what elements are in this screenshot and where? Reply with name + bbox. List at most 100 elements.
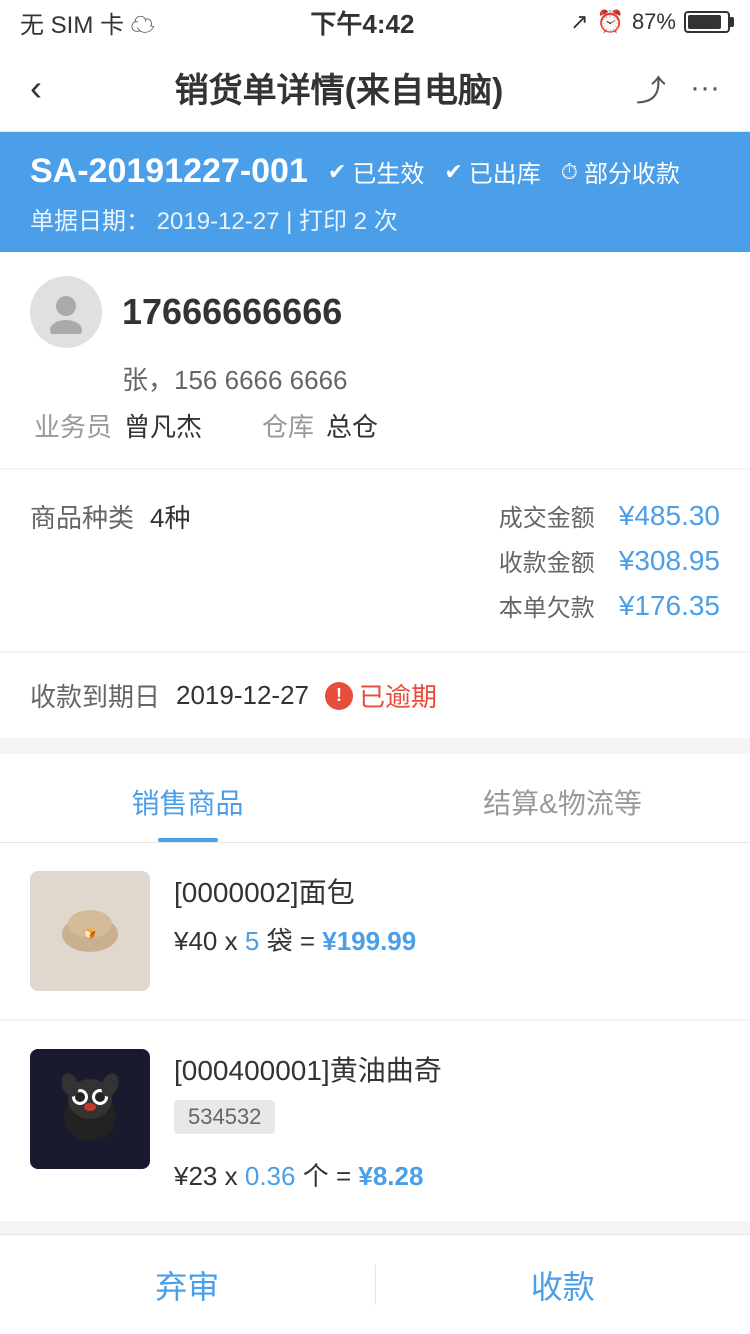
tab-settlement[interactable]: 结算&物流等 — [375, 754, 750, 842]
status-right: ↗ ⏰ 87% — [570, 9, 730, 35]
product-thumb-1: 🍞 — [30, 871, 150, 991]
deal-amount-row: 成交金额 ¥485.30 — [499, 498, 720, 533]
overdue-text: 已逾期 — [359, 677, 437, 714]
more-icon[interactable]: ··· — [690, 71, 720, 105]
product-total-2: ¥8.28 — [358, 1161, 423, 1191]
due-date-label: 收款到期日 — [30, 677, 160, 714]
print-info: | 打印 2 次 — [286, 208, 398, 235]
status-time: 下午4:42 — [310, 4, 414, 41]
product-eq-2: = — [336, 1161, 358, 1191]
stats-left: 商品种类 4种 — [30, 498, 190, 535]
debt-amount-row: 本单欠款 ¥176.35 — [499, 588, 720, 623]
battery-icon — [684, 11, 730, 33]
avatar — [30, 276, 102, 348]
product-batch-2: 534532 — [174, 1100, 275, 1134]
nav-bar: ‹ 销货单详情(来自电脑) ⤴ ··· — [0, 44, 750, 132]
avatar-icon — [44, 290, 88, 334]
status-left: 无 SIM 卡 ☁ — [20, 5, 155, 40]
battery-percent: 87% — [632, 9, 676, 35]
check-icon-2: ✔ — [444, 159, 462, 185]
product-name-1: [0000002]面包 — [174, 871, 720, 911]
order-header: SA-20191227-001 ✔ 已生效 ✔ 已出库 ⏱ 部分收款 单据日期：… — [0, 132, 750, 252]
customer-meta: 业务员 曾凡杰 仓库 总仓 — [30, 407, 720, 444]
date-value: 2019-12-27 — [157, 208, 280, 235]
debt-amount-label: 本单欠款 — [499, 588, 595, 623]
stats-right: 成交金额 ¥485.30 收款金额 ¥308.95 本单欠款 ¥176.35 — [499, 498, 720, 623]
customer-phone: 17666666666 — [122, 291, 342, 333]
product-price-sep-1: x — [225, 926, 245, 956]
status-partial-payment: ⏱ 部分收款 — [561, 154, 680, 189]
tab-sales-products[interactable]: 销售商品 — [0, 754, 375, 842]
battery-fill — [688, 15, 721, 29]
debt-amount-value: ¥176.35 — [619, 590, 720, 622]
status-label-2: 已出库 — [469, 154, 541, 189]
product-price-sep-2: x — [225, 1161, 245, 1191]
status-shipped: ✔ 已出库 — [444, 154, 540, 189]
date-label: 单据日期： — [30, 208, 150, 235]
product-info-2: [000400001]黄油曲奇 534532 ¥23 x 0.36 个 = ¥8… — [174, 1049, 720, 1193]
owl-image — [30, 1049, 150, 1169]
product-count: 商品种类 4种 — [30, 498, 190, 535]
product-quantity-2: 0.36 — [245, 1161, 296, 1191]
order-id: SA-20191227-001 — [30, 152, 308, 191]
overdue-badge: ! 已逾期 — [325, 677, 437, 714]
table-row: [000400001]黄油曲奇 534532 ¥23 x 0.36 个 = ¥8… — [0, 1021, 750, 1221]
status-label-1: 已生效 — [352, 154, 424, 189]
product-list: 🍞 [0000002]面包 ¥40 x 5 袋 = ¥199.99 — [0, 843, 750, 1221]
product-unit-1: 袋 — [267, 926, 293, 956]
warehouse-value: 总仓 — [326, 407, 378, 444]
overdue-dot-icon: ! — [325, 682, 353, 710]
nav-actions: ⤴ ··· — [636, 66, 720, 110]
product-total-1: ¥199.99 — [322, 926, 416, 956]
customer-name: 张，156 6666 6666 — [30, 360, 720, 397]
order-date-row: 单据日期： 2019-12-27 | 打印 2 次 — [30, 201, 720, 236]
payment-button[interactable]: 收款 — [376, 1242, 750, 1328]
cancel-review-button[interactable]: 弃审 — [0, 1242, 375, 1328]
share-icon[interactable]: ⤴ — [636, 66, 666, 110]
back-button[interactable]: ‹ — [30, 67, 42, 109]
bread-image: 🍞 — [30, 871, 150, 991]
page-title: 销货单详情(来自电脑) — [175, 63, 504, 112]
svg-text:🍞: 🍞 — [84, 927, 96, 940]
tab-sales-products-label: 销售商品 — [131, 788, 243, 819]
received-amount-row: 收款金额 ¥308.95 — [499, 543, 720, 578]
tabs-section: 销售商品 结算&物流等 — [0, 754, 750, 843]
bottom-bar: 弃审 收款 — [0, 1234, 750, 1334]
product-info-1: [0000002]面包 ¥40 x 5 袋 = ¥199.99 — [174, 871, 720, 958]
status-bar: 无 SIM 卡 ☁ 下午4:42 ↗ ⏰ 87% — [0, 0, 750, 44]
product-count-value: 4种 — [150, 498, 190, 535]
customer-section: 17666666666 张，156 6666 6666 业务员 曾凡杰 仓库 总… — [0, 252, 750, 468]
customer-row: 17666666666 — [30, 276, 720, 348]
received-amount-label: 收款金额 — [499, 543, 595, 578]
warehouse-label: 仓库 — [262, 407, 314, 444]
product-thumb-2 — [30, 1049, 150, 1169]
sales-label: 业务员 — [34, 407, 112, 444]
deal-amount-value: ¥485.30 — [619, 500, 720, 532]
product-price-1: ¥40 — [174, 926, 217, 956]
clock-icon: ⏱ — [561, 159, 578, 185]
product-count-label: 商品种类 — [30, 498, 134, 535]
sales-person: 业务员 曾凡杰 — [34, 407, 202, 444]
status-label-3: 部分收款 — [584, 154, 680, 189]
bread-icon: 🍞 — [55, 896, 125, 966]
product-name-2: [000400001]黄油曲奇 — [174, 1049, 720, 1089]
sim-status: 无 SIM 卡 ☁ — [20, 5, 155, 40]
product-price-row-1: ¥40 x 5 袋 = ¥199.99 — [174, 921, 720, 958]
received-amount-value: ¥308.95 — [619, 545, 720, 577]
order-id-row: SA-20191227-001 ✔ 已生效 ✔ 已出库 ⏱ 部分收款 — [30, 152, 720, 191]
due-date-value: 2019-12-27 — [176, 680, 309, 711]
deal-amount-label: 成交金额 — [499, 498, 595, 533]
product-price-2: ¥23 — [174, 1161, 217, 1191]
sales-value: 曾凡杰 — [124, 407, 202, 444]
product-quantity-1: 5 — [245, 926, 259, 956]
tab-settlement-label: 结算&物流等 — [483, 788, 642, 819]
table-row: 🍞 [0000002]面包 ¥40 x 5 袋 = ¥199.99 — [0, 843, 750, 1019]
product-eq-1: = — [300, 926, 322, 956]
alarm-icon: ⏰ — [597, 9, 624, 35]
owl-icon — [50, 1069, 130, 1149]
warehouse-info: 仓库 总仓 — [262, 407, 378, 444]
stats-section: 商品种类 4种 成交金额 ¥485.30 收款金额 ¥308.95 本单欠款 ¥… — [0, 470, 750, 651]
status-effective: ✔ 已生效 — [328, 154, 424, 189]
product-unit-2: 个 — [303, 1161, 329, 1191]
due-date-section: 收款到期日 2019-12-27 ! 已逾期 — [0, 653, 750, 738]
